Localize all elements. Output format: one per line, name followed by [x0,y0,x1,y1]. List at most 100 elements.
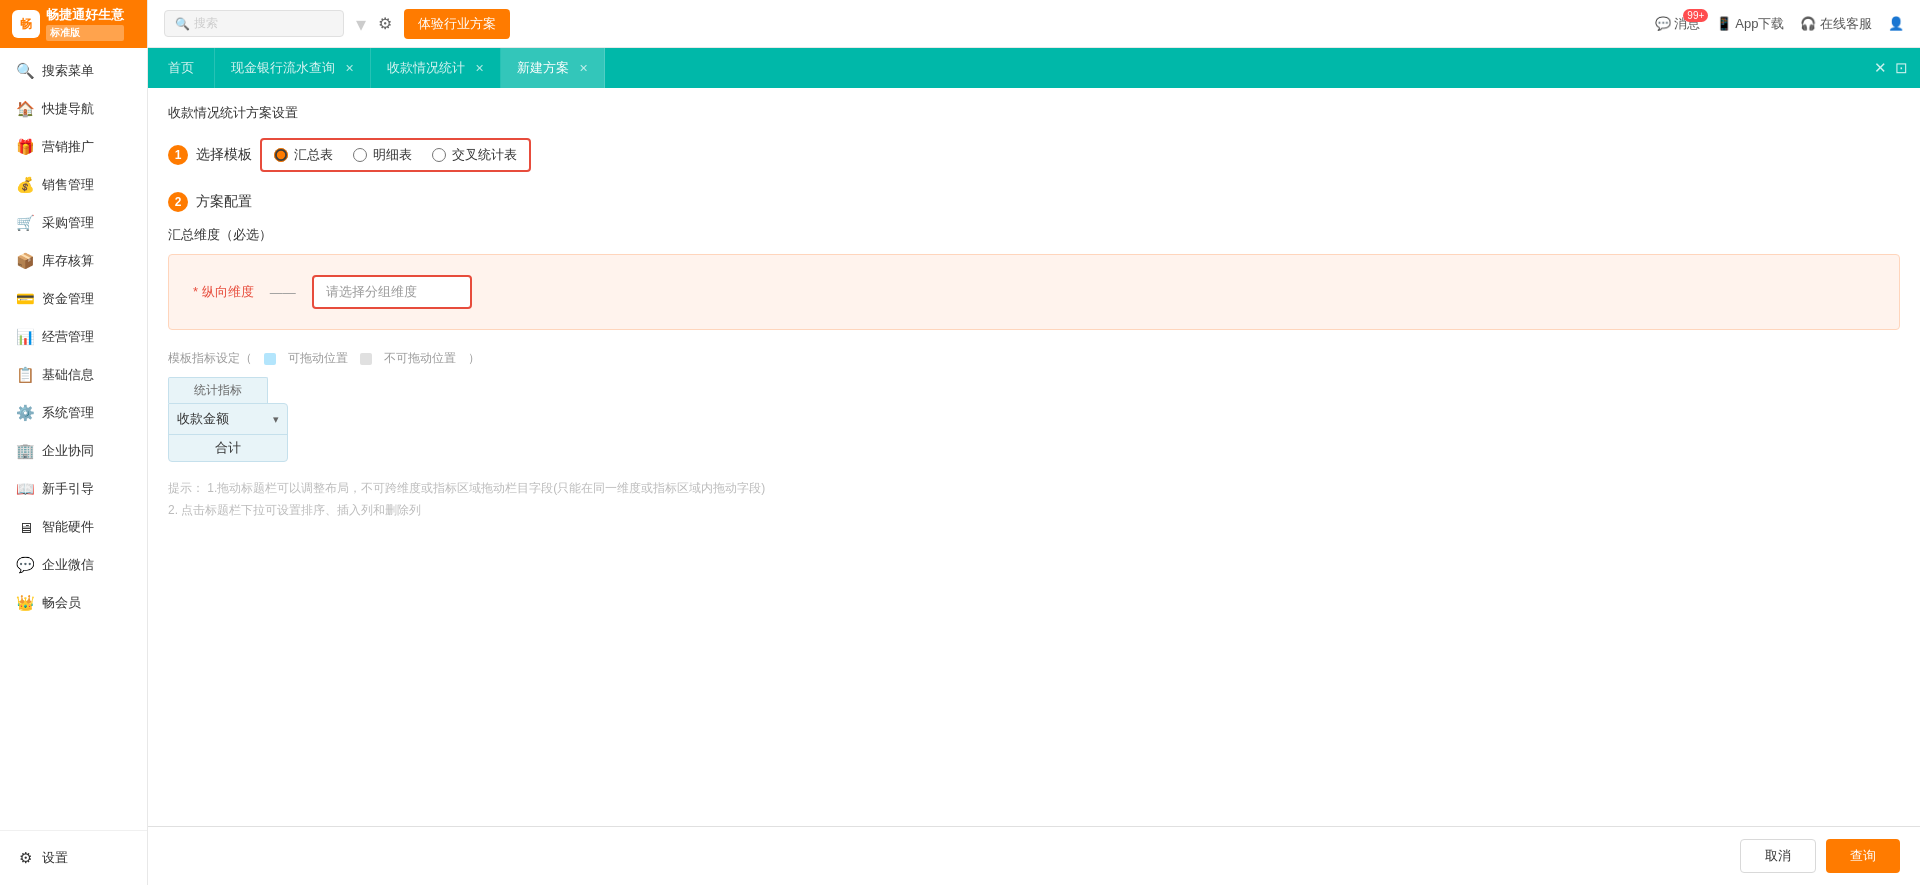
sidebar-item-system[interactable]: ⚙️ 系统管理 [0,394,147,432]
download-icon: 📱 [1716,16,1732,31]
dropdown-arrow-icon[interactable]: ▾ [356,12,366,36]
metrics-section: 模板指标设定（ 可拖动位置 不可拖动位置 ） 统计指标 收款金额 [168,350,1900,462]
radio-detail[interactable]: 明细表 [353,146,412,164]
topbar-right: 💬 消息 99+ 📱 App下载 🎧 在线客服 👤 [1655,15,1904,33]
app-download[interactable]: 📱 App下载 [1716,15,1784,33]
service-icon: 🎧 [1800,16,1816,31]
sidebar-item-label: 企业协同 [42,442,94,460]
cart-icon: 🛒 [16,214,34,232]
sidebar-item-quick-nav[interactable]: 🏠 快捷导航 [0,90,147,128]
metric-group-header-label: 收款金额 [177,410,229,428]
gift-icon: 🎁 [16,138,34,156]
radio-detail-label: 明细表 [373,146,412,164]
sidebar-item-operation[interactable]: 📊 经营管理 [0,318,147,356]
notification-badge[interactable]: 💬 消息 99+ [1655,15,1701,33]
money-icon: 💰 [16,176,34,194]
sidebar-item-basic[interactable]: 📋 基础信息 [0,356,147,394]
gear-icon: ⚙️ [16,404,34,422]
sidebar-item-search[interactable]: 🔍 搜索菜单 [0,52,147,90]
query-button[interactable]: 查询 [1826,839,1900,873]
content-area: 收款情况统计方案设置 1 选择模板 汇总表 明细表 [148,88,1920,826]
radio-cross-label: 交叉统计表 [452,146,517,164]
message-icon: 💬 [1655,16,1671,31]
online-service[interactable]: 🎧 在线客服 [1800,15,1872,33]
tab-cashflow-close[interactable]: ✕ [345,62,354,75]
sidebar-item-wechat[interactable]: 💬 企业微信 [0,546,147,584]
tab-collection[interactable]: 收款情况统计 ✕ [371,48,501,88]
page-title: 收款情况统计方案设置 [168,104,1900,122]
sidebar-item-label: 智能硬件 [42,518,94,536]
sidebar-item-hardware[interactable]: 🖥 智能硬件 [0,508,147,546]
sidebar-logo: 畅 畅捷通好生意 标准版 [0,0,147,48]
dim-select[interactable]: 请选择分组维度 [312,275,472,309]
section1-title: 选择模板 [196,146,252,164]
metrics-group: 统计指标 收款金额 ▾ 合计 [168,377,1900,462]
fixed-badge [360,353,372,365]
sidebar-item-label: 企业微信 [42,556,94,574]
tab-home[interactable]: 首页 [148,48,215,88]
radio-cross-input[interactable] [432,148,446,162]
template-radio-group: 汇总表 明细表 交叉统计表 [260,138,531,172]
section-template: 1 选择模板 汇总表 明细表 交叉统计表 [168,138,1900,172]
gear-topbar-icon[interactable]: ⚙ [378,14,392,33]
tab-cashflow-label: 现金银行流水查询 [231,59,335,77]
sidebar-item-label: 新手引导 [42,480,94,498]
section2-number: 2 [168,192,188,212]
tabbar: 首页 现金银行流水查询 ✕ 收款情况统计 ✕ 新建方案 ✕ ✕ ⊡ [148,48,1920,88]
hints-area: 提示： 1.拖动标题栏可以调整布局，不可跨维度或指标区域拖动栏目字段(只能在同一… [168,478,1900,521]
card-icon: 💳 [16,290,34,308]
sidebar-item-label: 库存核算 [42,252,94,270]
home-icon: 🏠 [16,100,34,118]
section1-number: 1 [168,145,188,165]
radio-summary[interactable]: 汇总表 [274,146,333,164]
tab-cashflow[interactable]: 现金银行流水查询 ✕ [215,48,371,88]
tab-new-plan-label: 新建方案 [517,59,569,77]
metrics-section-label: 统计指标 [168,377,268,403]
sidebar-item-finance[interactable]: 💳 资金管理 [0,280,147,318]
close-window-icon[interactable]: ✕ [1874,59,1887,77]
section2-header: 2 方案配置 [168,192,1900,212]
sidebar-bottom: ⚙ 设置 [0,830,147,885]
dimension-area: * 纵向维度 —— 请选择分组维度 [168,254,1900,330]
sidebar-item-marketing[interactable]: 🎁 营销推广 [0,128,147,166]
cancel-button[interactable]: 取消 [1740,839,1816,873]
tab-new-plan-close[interactable]: ✕ [579,62,588,75]
sidebar-item-label: 基础信息 [42,366,94,384]
list-icon: 📋 [16,366,34,384]
radio-cross[interactable]: 交叉统计表 [432,146,517,164]
sidebar-item-sales[interactable]: 💰 销售管理 [0,166,147,204]
sidebar-bottom-label: 设置 [42,849,68,867]
sidebar-item-label: 快捷导航 [42,100,94,118]
metric-dropdown-icon[interactable]: ▾ [273,413,279,426]
sidebar-item-guide[interactable]: 📖 新手引导 [0,470,147,508]
sidebar-item-member[interactable]: 👑 畅会员 [0,584,147,622]
search-small-icon: 🔍 [175,17,190,31]
sidebar-item-inventory[interactable]: 📦 库存核算 [0,242,147,280]
user-info[interactable]: 👤 [1888,16,1904,31]
monitor-icon: 🖥 [16,519,34,536]
radio-summary-input[interactable] [274,148,288,162]
metrics-title-text: 模板指标设定（ [168,350,252,367]
sidebar-item-label: 畅会员 [42,594,81,612]
dim-select-placeholder: 请选择分组维度 [326,284,417,299]
hint-2: 2. 点击标题栏下拉可设置排序、插入列和删除列 [168,500,1900,522]
content-inner: 收款情况统计方案设置 1 选择模板 汇总表 明细表 [148,88,1920,826]
tab-new-plan[interactable]: 新建方案 ✕ [501,48,605,88]
bottom-bar: 取消 查询 [148,826,1920,885]
maximize-icon[interactable]: ⊡ [1895,59,1908,77]
industry-btn[interactable]: 体验行业方案 [404,9,510,39]
notification-count: 99+ [1683,9,1708,22]
radio-detail-input[interactable] [353,148,367,162]
logo-text: 畅捷通好生意 [46,7,124,23]
dimension-title: 汇总维度（必选） [168,226,1900,244]
sidebar-item-enterprise[interactable]: 🏢 企业协同 [0,432,147,470]
box-icon: 📦 [16,252,34,270]
sidebar-item-settings[interactable]: ⚙ 设置 [0,839,147,877]
tab-collection-close[interactable]: ✕ [475,62,484,75]
radio-summary-label: 汇总表 [294,146,333,164]
sidebar: 畅 畅捷通好生意 标准版 🔍 搜索菜单 🏠 快捷导航 🎁 营销推广 💰 销售管理… [0,0,148,885]
fixed-label: 不可拖动位置 [384,350,456,367]
sidebar-item-label: 营销推广 [42,138,94,156]
sidebar-item-purchase[interactable]: 🛒 采购管理 [0,204,147,242]
main: 🔍 搜索 ▾ ⚙ 体验行业方案 💬 消息 99+ 📱 App下载 🎧 在线客服 … [148,0,1920,885]
